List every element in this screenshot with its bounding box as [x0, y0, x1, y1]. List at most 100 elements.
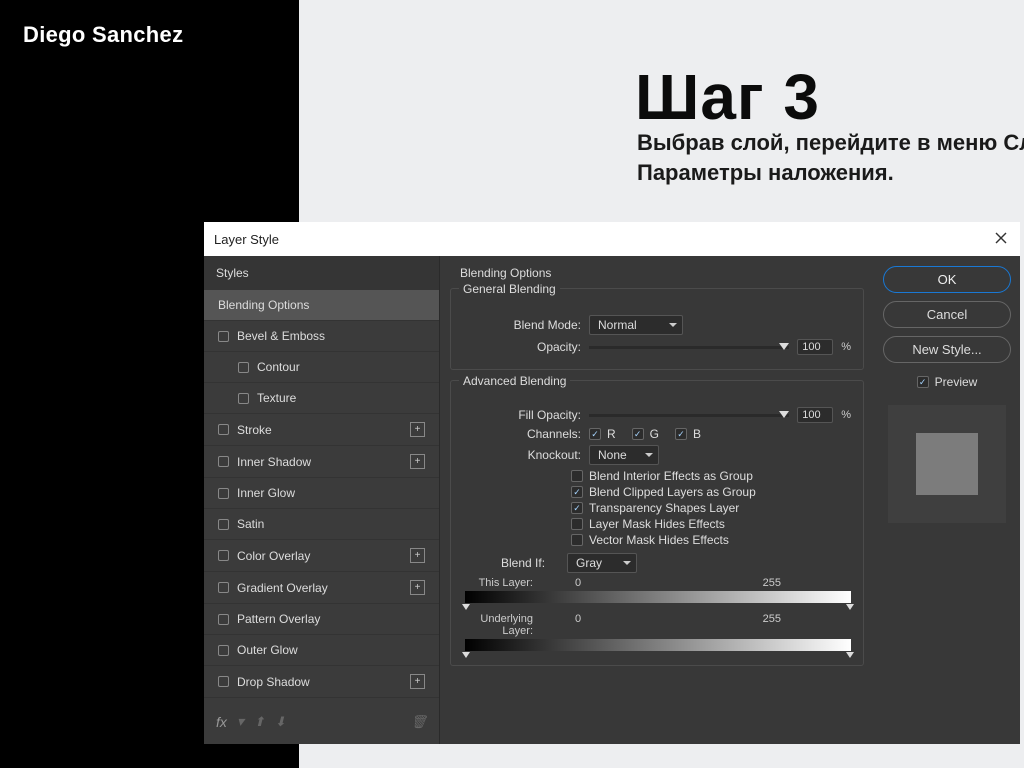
- options-panel: Blending Options General Blending Blend …: [440, 256, 874, 744]
- style-item-gradient-overlay[interactable]: Gradient Overlay+: [204, 572, 439, 604]
- arrow-up-icon[interactable]: ⬆: [254, 714, 265, 730]
- style-item-blending-options[interactable]: Blending Options: [204, 290, 439, 321]
- plus-icon[interactable]: +: [410, 422, 425, 437]
- general-blending-title: General Blending: [459, 282, 560, 296]
- style-label: Contour: [257, 360, 425, 374]
- option-row: Transparency Shapes Layer: [571, 501, 851, 515]
- fill-opacity-unit: %: [841, 409, 851, 421]
- option-checkbox[interactable]: [571, 502, 583, 514]
- plus-icon[interactable]: +: [410, 580, 425, 595]
- blend-mode-dropdown[interactable]: Normal: [589, 315, 683, 335]
- style-label: Gradient Overlay: [237, 581, 410, 595]
- channel-b-label: B: [693, 427, 701, 441]
- style-label: Drop Shadow: [237, 675, 410, 689]
- style-item-inner-glow[interactable]: Inner Glow: [204, 478, 439, 509]
- style-item-drop-shadow[interactable]: Drop Shadow+: [204, 666, 439, 698]
- this-layer-gradient[interactable]: [465, 591, 851, 603]
- plus-icon[interactable]: +: [410, 674, 425, 689]
- style-item-outer-glow[interactable]: Outer Glow: [204, 635, 439, 666]
- knockout-label: Knockout:: [485, 448, 581, 462]
- fill-opacity-input[interactable]: 100: [797, 407, 833, 423]
- channel-g-checkbox[interactable]: [632, 428, 644, 440]
- plus-icon[interactable]: +: [410, 548, 425, 563]
- option-label: Transparency Shapes Layer: [589, 501, 739, 515]
- underlying-gradient[interactable]: [465, 639, 851, 651]
- preview-frame: [888, 405, 1006, 523]
- preview-label: Preview: [935, 375, 978, 389]
- style-item-contour[interactable]: Contour: [204, 352, 439, 383]
- channel-g-label: G: [650, 427, 659, 441]
- style-checkbox[interactable]: [218, 488, 229, 499]
- style-item-satin[interactable]: Satin: [204, 509, 439, 540]
- this-layer-high: 255: [763, 577, 781, 589]
- dialog-title: Layer Style: [214, 232, 279, 247]
- step-description: Выбрав слой, перейдите в меню Слой > Сти…: [637, 128, 1024, 187]
- channel-b-checkbox[interactable]: [675, 428, 687, 440]
- advanced-blending-title: Advanced Blending: [459, 374, 570, 388]
- buttons-panel: OK Cancel New Style... Preview: [874, 256, 1020, 744]
- style-checkbox[interactable]: [218, 519, 229, 530]
- preview-checkbox[interactable]: [917, 376, 929, 388]
- channel-r-label: R: [607, 427, 616, 441]
- style-checkbox[interactable]: [218, 456, 229, 467]
- arrow-down-icon[interactable]: ⬇: [275, 714, 286, 730]
- style-checkbox[interactable]: [218, 550, 229, 561]
- underlying-marker-high[interactable]: [846, 652, 854, 658]
- style-label: Blending Options: [218, 298, 425, 312]
- opacity-slider[interactable]: [589, 346, 789, 349]
- fx-icon[interactable]: fx: [216, 714, 227, 730]
- style-item-stroke[interactable]: Stroke+: [204, 414, 439, 446]
- channel-r-checkbox[interactable]: [589, 428, 601, 440]
- option-label: Layer Mask Hides Effects: [589, 517, 725, 531]
- style-label: Outer Glow: [237, 643, 425, 657]
- new-style-button[interactable]: New Style...: [883, 336, 1011, 363]
- style-label: Stroke: [237, 423, 410, 437]
- style-checkbox[interactable]: [218, 582, 229, 593]
- style-checkbox[interactable]: [218, 645, 229, 656]
- advanced-blending-group: Advanced Blending Fill Opacity: 100 % Ch…: [450, 380, 864, 666]
- styles-header[interactable]: Styles: [204, 256, 439, 290]
- style-checkbox[interactable]: [238, 362, 249, 373]
- option-row: Blend Clipped Layers as Group: [571, 485, 851, 499]
- option-label: Blend Clipped Layers as Group: [589, 485, 756, 499]
- style-label: Texture: [257, 391, 425, 405]
- style-checkbox[interactable]: [218, 331, 229, 342]
- this-layer-marker-low[interactable]: [462, 604, 470, 610]
- fill-opacity-label: Fill Opacity:: [485, 408, 581, 422]
- option-label: Vector Mask Hides Effects: [589, 533, 729, 547]
- opacity-input[interactable]: 100: [797, 339, 833, 355]
- style-checkbox[interactable]: [238, 393, 249, 404]
- plus-icon[interactable]: +: [410, 454, 425, 469]
- style-item-pattern-overlay[interactable]: Pattern Overlay: [204, 604, 439, 635]
- ok-button[interactable]: OK: [883, 266, 1011, 293]
- option-checkbox[interactable]: [571, 470, 583, 482]
- style-checkbox[interactable]: [218, 424, 229, 435]
- style-item-texture[interactable]: Texture: [204, 383, 439, 414]
- underlying-layer-label: Underlying Layer:: [447, 613, 545, 637]
- option-checkbox[interactable]: [571, 486, 583, 498]
- fill-opacity-slider[interactable]: [589, 414, 789, 417]
- dialog-titlebar[interactable]: Layer Style: [204, 222, 1020, 256]
- trash-icon[interactable]: 🗑: [410, 714, 427, 730]
- style-item-inner-shadow[interactable]: Inner Shadow+: [204, 446, 439, 478]
- style-item-bevel-emboss[interactable]: Bevel & Emboss: [204, 321, 439, 352]
- close-icon[interactable]: [992, 229, 1010, 247]
- blendif-dropdown[interactable]: Gray: [567, 553, 637, 573]
- option-checkbox[interactable]: [571, 518, 583, 530]
- brand-name: Diego Sanchez: [23, 22, 183, 48]
- style-label: Pattern Overlay: [237, 612, 425, 626]
- knockout-dropdown[interactable]: None: [589, 445, 659, 465]
- general-blending-group: General Blending Blend Mode: Normal Opac…: [450, 288, 864, 370]
- blendif-label: Blend If:: [501, 556, 559, 570]
- option-checkbox[interactable]: [571, 534, 583, 546]
- style-checkbox[interactable]: [218, 676, 229, 687]
- chevron-down-icon: ▾: [237, 713, 244, 730]
- underlying-marker-low[interactable]: [462, 652, 470, 658]
- opacity-unit: %: [841, 341, 851, 353]
- styles-panel: Styles Blending Options Bevel & Emboss Con…: [204, 256, 440, 744]
- cancel-button[interactable]: Cancel: [883, 301, 1011, 328]
- option-label: Blend Interior Effects as Group: [589, 469, 753, 483]
- style-item-color-overlay[interactable]: Color Overlay+: [204, 540, 439, 572]
- this-layer-marker-high[interactable]: [846, 604, 854, 610]
- style-checkbox[interactable]: [218, 614, 229, 625]
